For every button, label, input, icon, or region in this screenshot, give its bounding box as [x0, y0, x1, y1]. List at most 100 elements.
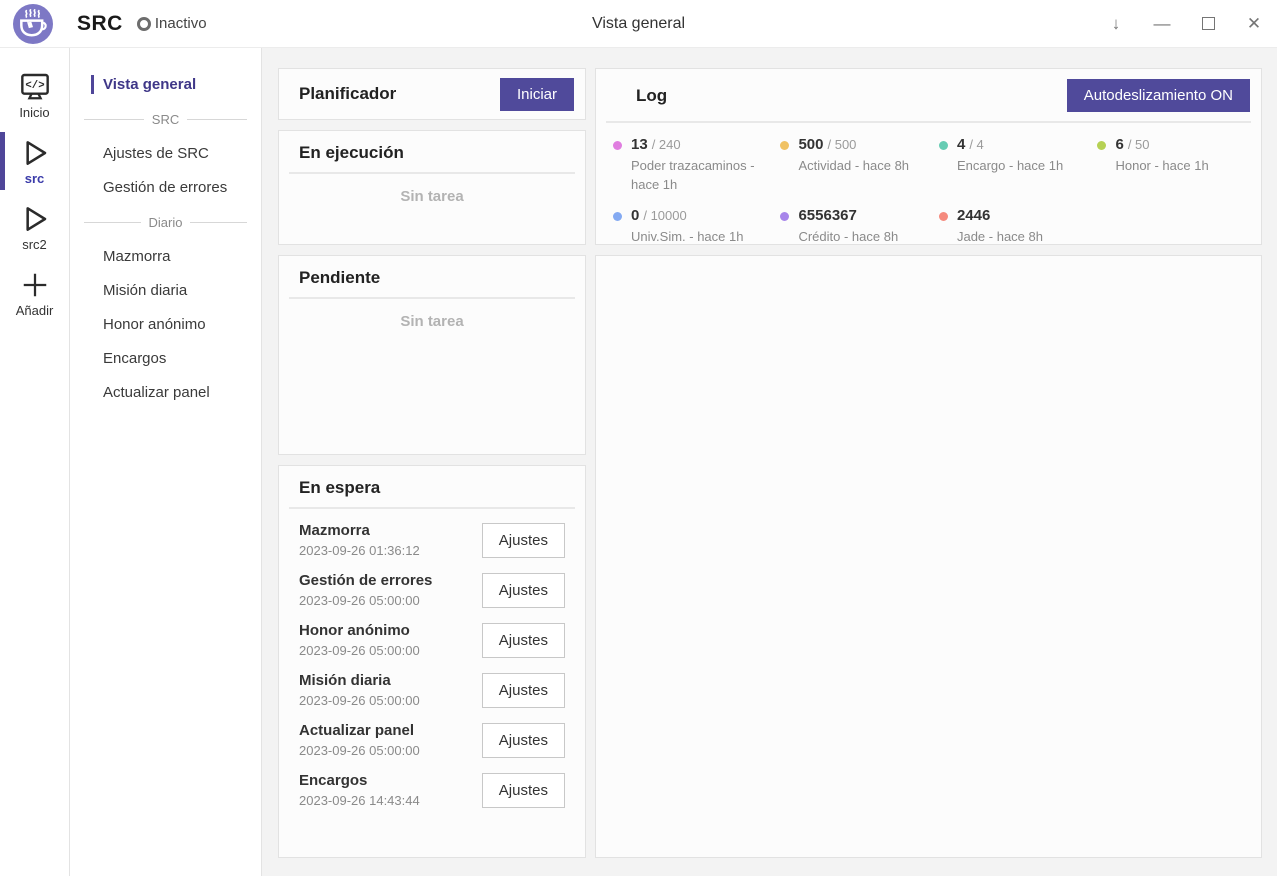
sidebar-item-mision-diaria[interactable]: Misión diaria [70, 274, 261, 307]
log-panel: Log Autodeslizamiento ON 13 / 240 Poder … [595, 68, 1262, 245]
pending-panel: Pendiente Sin tarea [278, 255, 586, 455]
sidebar: Vista general SRC Ajustes de SRC Gestión… [70, 48, 262, 876]
rail-item-add[interactable]: Añadir [0, 260, 69, 326]
minimize-button[interactable]: — [1139, 0, 1185, 47]
sidebar-section-src: SRC [70, 102, 261, 137]
scheduler-panel: Planificador Iniciar [278, 68, 586, 120]
rail-item-src[interactable]: src [0, 128, 69, 194]
section-label: Diario [148, 215, 183, 230]
stat-value: 6556367 [798, 206, 857, 224]
stat-label: Poder trazacaminos - hace 1h [631, 158, 755, 192]
stat-total: / 240 [651, 137, 681, 152]
stat-value: 13 [631, 136, 648, 153]
waiting-title: En espera [299, 478, 381, 497]
sidebar-item-ajustes-de-src[interactable]: Ajustes de SRC [70, 137, 261, 170]
log-output-area[interactable] [595, 255, 1262, 858]
divider [289, 297, 575, 299]
task-row-actualizar-panel: Actualizar panel 2023-09-26 05:00:00 Aju… [299, 715, 565, 765]
close-button[interactable]: ✕ [1231, 0, 1277, 47]
stat-dot-icon [613, 211, 622, 221]
sidebar-item-label: Vista general [103, 76, 197, 93]
rail-item-label: src [24, 171, 45, 186]
start-button[interactable]: Iniciar [499, 77, 574, 111]
task-settings-button[interactable]: Ajustes [481, 622, 565, 658]
titlebar: SRC Inactivo Vista general ↓ — ✕ [0, 0, 1277, 48]
stat-label: Univ.Sim. - hace 1h [631, 228, 744, 244]
sidebar-item-label: Gestión de errores [103, 179, 228, 196]
task-row-honor-anonimo: Honor anónimo 2023-09-26 05:00:00 Ajuste… [299, 615, 565, 665]
play-icon [19, 203, 51, 235]
task-settings-button[interactable]: Ajustes [481, 522, 565, 558]
sidebar-item-encargos[interactable]: Encargos [70, 342, 261, 375]
task-row-encargos: Encargos 2023-09-26 14:43:44 Ajustes [299, 765, 565, 815]
running-title: En ejecución [299, 143, 404, 162]
maximize-icon [1201, 17, 1215, 30]
scheduler-status: Inactivo [136, 15, 207, 32]
rail-item-inicio[interactable]: </> Inicio [0, 62, 69, 128]
sidebar-item-gestion-de-errores[interactable]: Gestión de errores [70, 171, 261, 204]
task-time: 2023-09-26 05:00:00 [299, 593, 420, 608]
stat-dot-icon [1097, 141, 1107, 150]
stat-honor: 6 / 50 Honor - hace 1h [1097, 136, 1247, 195]
stat-total: / 50 [1127, 137, 1150, 152]
autoscroll-toggle-button[interactable]: Autodeslizamiento ON [1066, 79, 1250, 112]
stat-dot-icon [613, 141, 622, 150]
task-settings-button[interactable]: Ajustes [481, 672, 565, 708]
task-time: 2023-09-26 05:00:00 [299, 643, 420, 658]
scheduler-title: Planificador [299, 84, 397, 103]
sidebar-item-label: Ajustes de SRC [103, 145, 209, 162]
stat-dot-icon [780, 141, 790, 150]
icon-rail: </> Inicio src src2 Añadir [0, 48, 70, 876]
task-settings-button[interactable]: Ajustes [481, 772, 565, 808]
task-name: Honor anónimo [299, 622, 410, 639]
stat-value: 2446 [956, 206, 991, 224]
rail-item-label: Inicio [19, 105, 50, 120]
rail-item-label: src2 [22, 237, 47, 252]
task-name: Actualizar panel [299, 722, 415, 739]
close-icon: ✕ [1246, 13, 1262, 33]
task-name: Encargos [299, 772, 368, 789]
task-settings-button[interactable]: Ajustes [481, 572, 565, 608]
play-icon [19, 137, 51, 169]
sidebar-item-honor-anonimo[interactable]: Honor anónimo [70, 308, 261, 341]
task-row-gestion-de-errores: Gestión de errores 2023-09-26 05:00:00 A… [299, 565, 565, 615]
stat-value: 0 [631, 206, 640, 224]
sidebar-section-diario: Diario [70, 205, 261, 240]
sidebar-item-label: Misión diaria [103, 282, 188, 299]
running-empty-text: Sin tarea [400, 188, 464, 205]
hide-window-button[interactable]: ↓ [1093, 0, 1139, 47]
stat-univ-sim: 0 / 10000 Univ.Sim. - hace 1h [613, 207, 780, 247]
pending-title: Pendiente [299, 268, 381, 287]
divider [289, 172, 575, 174]
plus-icon [20, 269, 50, 301]
app-logo-coffee-icon [13, 3, 53, 44]
task-row-mazmorra: Mazmorra 2023-09-26 01:36:12 Ajustes [299, 515, 565, 565]
waiting-panel: En espera Mazmorra 2023-09-26 01:36:12 A… [278, 465, 586, 858]
stat-label: Crédito - hace 8h [798, 228, 899, 244]
status-ring-icon [136, 16, 151, 31]
sidebar-item-label: Honor anónimo [103, 316, 206, 333]
maximize-button[interactable] [1185, 0, 1231, 47]
task-name: Gestión de errores [299, 572, 433, 589]
stat-jade: 2446 Jade - hace 8h [938, 206, 1098, 247]
main-content: Planificador Iniciar En ejecución Sin ta… [262, 48, 1277, 876]
stat-total: / 10000 [643, 207, 687, 223]
app-name: SRC [77, 11, 123, 35]
task-time: 2023-09-26 14:43:44 [299, 793, 420, 808]
stat-total: / 500 [827, 137, 857, 152]
rail-item-src2[interactable]: src2 [0, 194, 69, 260]
sidebar-item-vista-general[interactable]: Vista general [70, 68, 261, 101]
stat-total: / 4 [969, 137, 984, 152]
sidebar-item-actualizar-panel[interactable]: Actualizar panel [70, 376, 261, 409]
sidebar-item-label: Mazmorra [103, 248, 171, 265]
stat-dot-icon [938, 141, 948, 150]
sidebar-item-mazmorra[interactable]: Mazmorra [70, 240, 261, 273]
task-settings-button[interactable]: Ajustes [481, 722, 565, 758]
sidebar-item-label: Encargos [103, 350, 167, 367]
task-time: 2023-09-26 05:00:00 [299, 693, 420, 708]
stat-value: 500 [798, 136, 824, 153]
arrow-down-icon: ↓ [1111, 13, 1121, 33]
stat-value: 4 [956, 136, 966, 153]
code-monitor-icon: </> [19, 71, 51, 103]
minimize-icon: — [1153, 13, 1171, 33]
